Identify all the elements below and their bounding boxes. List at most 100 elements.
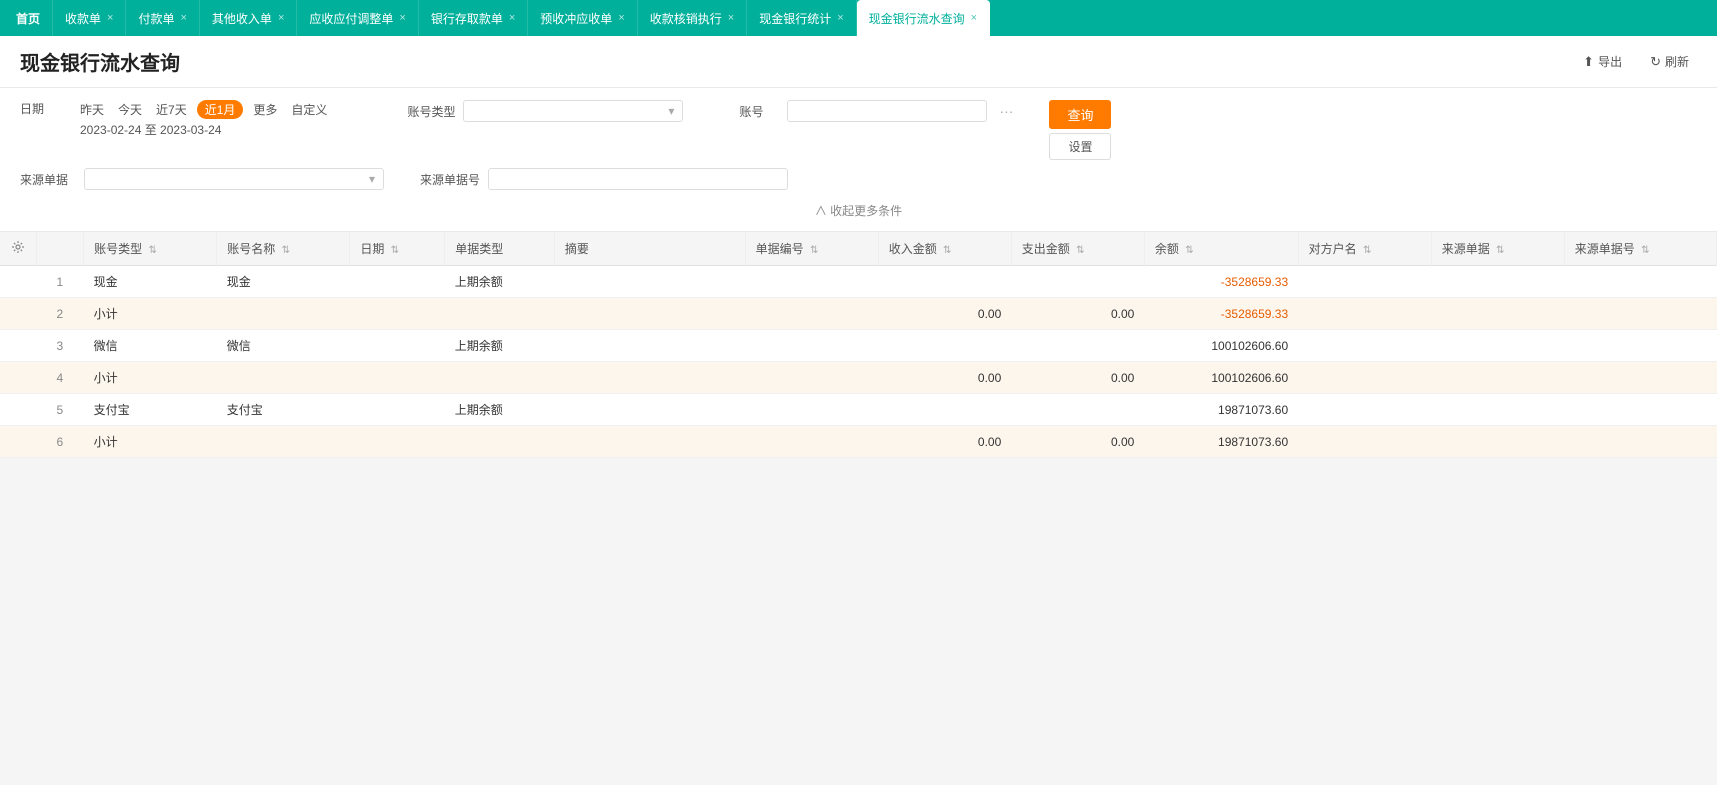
sort-icon: ⇅ xyxy=(943,245,951,256)
close-icon[interactable]: × xyxy=(107,12,113,24)
table-row: 1 现金 现金 上期余额 -3528659.33 xyxy=(0,266,1717,298)
td-source-doc xyxy=(1431,266,1564,298)
th-counterpart[interactable]: 对方户名 ⇅ xyxy=(1298,232,1431,266)
nav-tab-other-income[interactable]: 其他收入单 × xyxy=(200,0,297,36)
td-source-doc xyxy=(1431,394,1564,426)
table-row: 5 支付宝 支付宝 上期余额 19871073.60 xyxy=(0,394,1717,426)
nav-tab-cash-flow[interactable]: 现金银行流水查询 × xyxy=(857,0,990,36)
td-source-doc-num xyxy=(1564,266,1716,298)
table-row: 2 小计 0.00 0.00 -3528659.33 xyxy=(0,298,1717,330)
table-row: 4 小计 0.00 0.00 100102606.60 xyxy=(0,362,1717,394)
sort-icon: ⇅ xyxy=(282,245,290,256)
date-7days[interactable]: 近7天 xyxy=(152,100,191,119)
page-title: 现金银行流水查询 xyxy=(20,47,180,76)
td-balance: 100102606.60 xyxy=(1144,330,1298,362)
td-counterpart xyxy=(1298,266,1431,298)
sort-icon: ⇅ xyxy=(149,245,157,256)
td-doc-num xyxy=(745,330,878,362)
td-date xyxy=(350,426,445,458)
td-balance: -3528659.33 xyxy=(1144,266,1298,298)
close-icon[interactable]: × xyxy=(971,12,977,24)
th-expense[interactable]: 支出金额 ⇅ xyxy=(1011,232,1144,266)
nav-tab-receipt[interactable]: 收款单 × xyxy=(53,0,126,36)
nav-tab-prepay[interactable]: 预收冲应收单 × xyxy=(528,0,637,36)
td-income: 0.00 xyxy=(878,298,1011,330)
nav-tab-collection-exec[interactable]: 收款核销执行 × xyxy=(638,0,747,36)
sort-icon: ⇅ xyxy=(810,245,818,256)
td-account-name xyxy=(217,298,350,330)
date-yesterday[interactable]: 昨天 xyxy=(76,100,108,119)
td-summary xyxy=(554,362,745,394)
th-settings[interactable] xyxy=(0,232,36,266)
account-type-select[interactable]: ▾ xyxy=(463,100,683,122)
table-container: 账号类型 ⇅ 账号名称 ⇅ 日期 ⇅ 单据类型 摘要 单据编号 ⇅ 收入金额 ⇅… xyxy=(0,232,1717,458)
nav-tab-cash-stat[interactable]: 现金银行统计 × xyxy=(747,0,856,36)
data-table: 账号类型 ⇅ 账号名称 ⇅ 日期 ⇅ 单据类型 摘要 单据编号 ⇅ 收入金额 ⇅… xyxy=(0,232,1717,458)
collapse-bar[interactable]: ∧ 收起更多条件 xyxy=(20,198,1697,223)
setting-button[interactable]: 设置 xyxy=(1049,133,1111,160)
query-button[interactable]: 查询 xyxy=(1049,100,1111,129)
td-settings xyxy=(0,426,36,458)
nav-tab-payment[interactable]: 付款单 × xyxy=(126,0,199,36)
td-balance: 100102606.60 xyxy=(1144,362,1298,394)
td-summary xyxy=(554,330,745,362)
th-summary: 摘要 xyxy=(554,232,745,266)
th-source-doc[interactable]: 来源单据 ⇅ xyxy=(1431,232,1564,266)
account-more-icon[interactable]: ··· xyxy=(999,103,1013,119)
nav-tab-ap-adjust[interactable]: 应收应付调整单 × xyxy=(297,0,418,36)
td-doc-num xyxy=(745,362,878,394)
td-balance: 19871073.60 xyxy=(1144,426,1298,458)
td-doc-type: 上期余额 xyxy=(445,394,555,426)
date-1month[interactable]: 近1月 xyxy=(197,100,244,119)
td-account-type: 微信 xyxy=(84,330,217,362)
refresh-button[interactable]: ↻ 刷新 xyxy=(1642,49,1697,74)
td-date xyxy=(350,394,445,426)
close-icon[interactable]: × xyxy=(728,12,734,24)
th-account-type[interactable]: 账号类型 ⇅ xyxy=(84,232,217,266)
close-icon[interactable]: × xyxy=(509,12,515,24)
td-source-doc-num xyxy=(1564,330,1716,362)
td-doc-type: 上期余额 xyxy=(445,266,555,298)
nav-tab-home[interactable]: 首页 xyxy=(4,0,53,36)
refresh-icon: ↻ xyxy=(1650,54,1661,70)
table-row: 3 微信 微信 上期余额 100102606.60 xyxy=(0,330,1717,362)
nav-tab-bank-deposit[interactable]: 银行存取款单 × xyxy=(419,0,528,36)
close-icon[interactable]: × xyxy=(399,12,405,24)
date-custom[interactable]: 自定义 xyxy=(287,100,331,119)
th-date[interactable]: 日期 ⇅ xyxy=(350,232,445,266)
close-icon[interactable]: × xyxy=(278,12,284,24)
th-balance[interactable]: 余额 ⇅ xyxy=(1144,232,1298,266)
td-summary xyxy=(554,298,745,330)
date-more[interactable]: 更多 xyxy=(249,100,281,119)
td-expense: 0.00 xyxy=(1011,426,1144,458)
td-source-doc-num xyxy=(1564,394,1716,426)
td-row-num: 5 xyxy=(36,394,84,426)
td-source-doc-num xyxy=(1564,362,1716,394)
close-icon[interactable]: × xyxy=(180,12,186,24)
th-income[interactable]: 收入金额 ⇅ xyxy=(878,232,1011,266)
account-input[interactable] xyxy=(787,100,987,122)
sort-icon: ⇅ xyxy=(1363,245,1371,256)
td-row-num: 2 xyxy=(36,298,84,330)
td-date xyxy=(350,298,445,330)
th-doc-num[interactable]: 单据编号 ⇅ xyxy=(745,232,878,266)
th-account-name[interactable]: 账号名称 ⇅ xyxy=(217,232,350,266)
td-settings xyxy=(0,298,36,330)
collapse-label: 收起更多条件 xyxy=(830,204,902,218)
td-account-name xyxy=(217,426,350,458)
source-doc-num-input[interactable] xyxy=(488,168,788,190)
td-source-doc xyxy=(1431,330,1564,362)
td-date xyxy=(350,266,445,298)
export-button[interactable]: ⬆ 导出 xyxy=(1575,49,1630,74)
account-type-dropdown-icon: ▾ xyxy=(668,104,674,118)
source-doc-select[interactable]: ▾ xyxy=(84,168,384,190)
close-icon[interactable]: × xyxy=(837,12,843,24)
td-doc-num xyxy=(745,298,878,330)
td-doc-num xyxy=(745,266,878,298)
td-expense: 0.00 xyxy=(1011,362,1144,394)
date-today[interactable]: 今天 xyxy=(114,100,146,119)
source-doc-dropdown-icon: ▾ xyxy=(369,172,375,186)
td-date xyxy=(350,330,445,362)
close-icon[interactable]: × xyxy=(618,12,624,24)
th-source-doc-num[interactable]: 来源单据号 ⇅ xyxy=(1564,232,1716,266)
